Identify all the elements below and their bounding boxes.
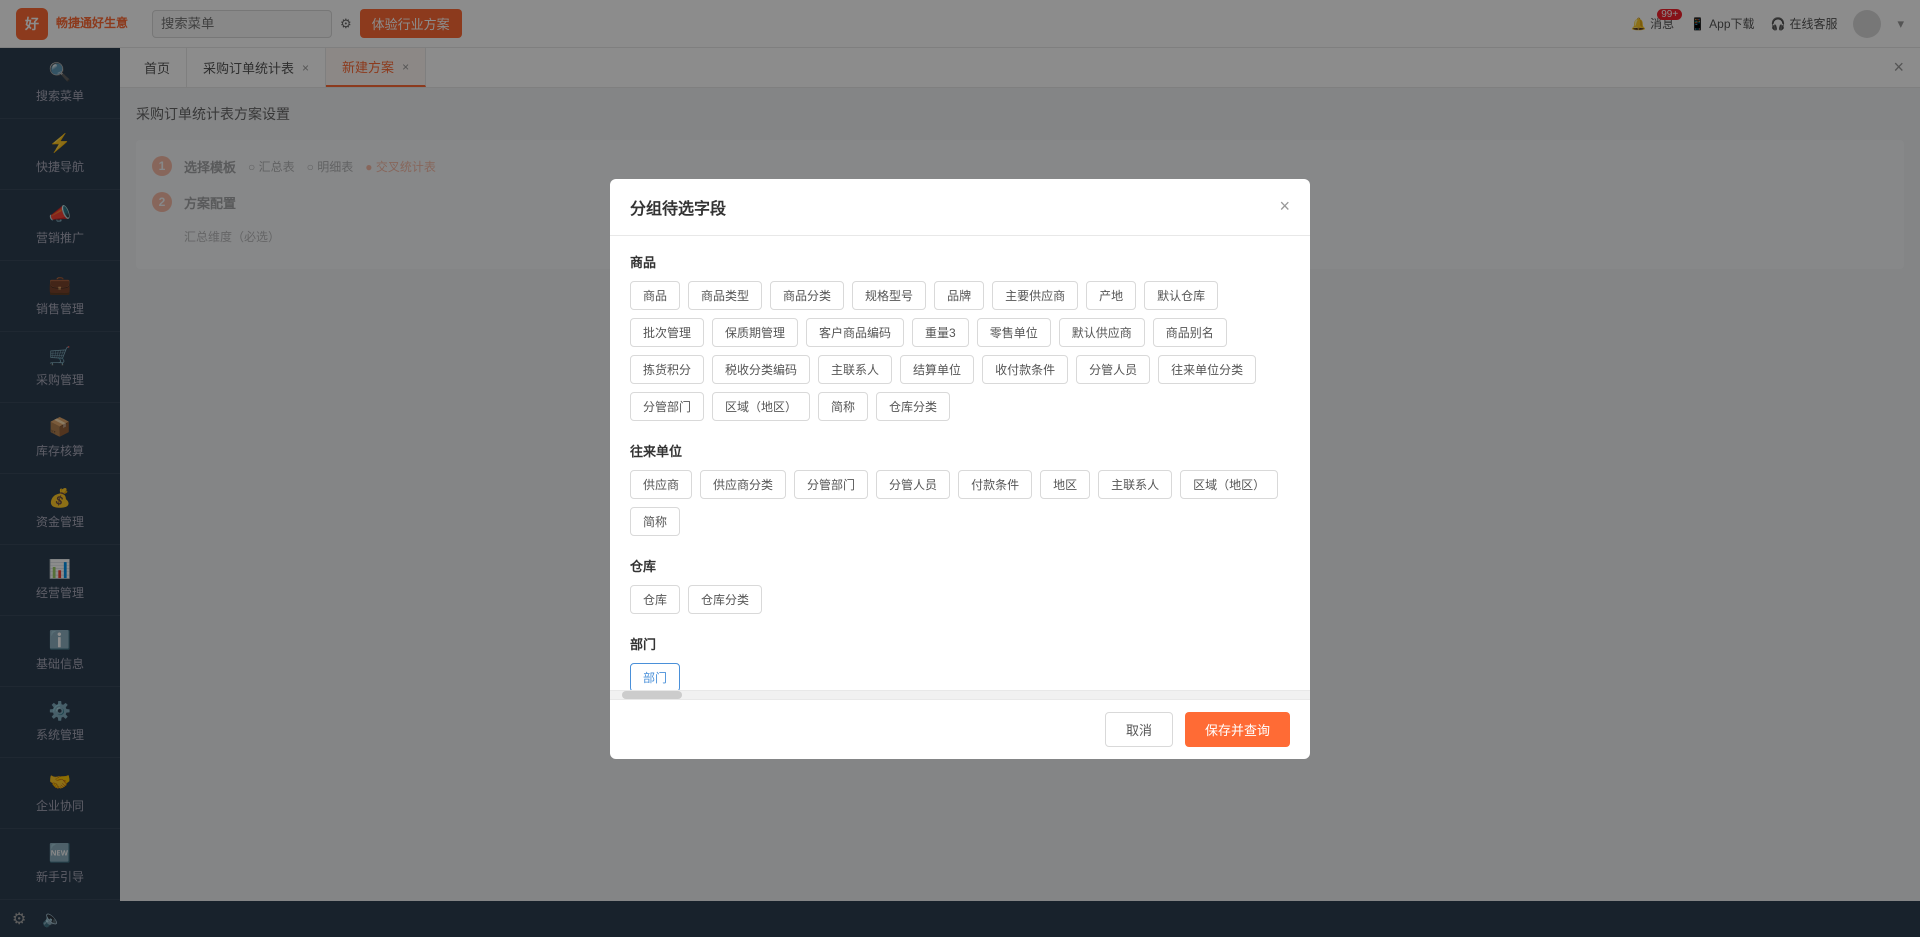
tag-supplier-category[interactable]: 供应商分类	[700, 470, 786, 499]
tag-payment-terms[interactable]: 收付款条件	[982, 355, 1068, 384]
section-partner: 往来单位 供应商 供应商分类 分管部门 分管人员 付款条件 地区 主联系人 区域…	[630, 441, 1290, 536]
hscroll-thumb[interactable]	[622, 691, 682, 699]
tag-warehouse-cat[interactable]: 仓库分类	[688, 585, 762, 614]
tag-short-name[interactable]: 简称	[818, 392, 868, 421]
tag-origin[interactable]: 产地	[1086, 281, 1136, 310]
tag-partner-short-name[interactable]: 简称	[630, 507, 680, 536]
section-goods: 商品 商品 商品类型 商品分类 规格型号 品牌 主要供应商 产地 默认仓库 批次…	[630, 252, 1290, 421]
tag-goods[interactable]: 商品	[630, 281, 680, 310]
tag-pick-points[interactable]: 拣货积分	[630, 355, 704, 384]
section-warehouse: 仓库 仓库 仓库分类	[630, 556, 1290, 614]
tag-customer-sku[interactable]: 客户商品编码	[806, 318, 904, 347]
tag-main-supplier[interactable]: 主要供应商	[992, 281, 1078, 310]
dialog-cancel-button[interactable]: 取消	[1105, 712, 1173, 747]
tag-warehouse[interactable]: 仓库	[630, 585, 680, 614]
tag-main-contact[interactable]: 主联系人	[818, 355, 892, 384]
tag-goods-type[interactable]: 商品类型	[688, 281, 762, 310]
section-department: 部门 部门	[630, 634, 1290, 690]
tag-area[interactable]: 地区	[1040, 470, 1090, 499]
section-dept-title: 部门	[630, 634, 1290, 653]
dialog: 分组待选字段 × 商品 商品 商品类型 商品分类 规格型号 品牌 主要供应商 产…	[610, 179, 1310, 759]
tag-charge-mgr[interactable]: 分管人员	[1076, 355, 1150, 384]
section-goods-title: 商品	[630, 252, 1290, 271]
tag-partner-category[interactable]: 往来单位分类	[1158, 355, 1256, 384]
dialog-confirm-button[interactable]: 保存并查询	[1185, 712, 1290, 747]
tag-tax-code[interactable]: 税收分类编码	[712, 355, 810, 384]
warehouse-tags: 仓库 仓库分类	[630, 585, 1290, 614]
tag-batch-mgmt[interactable]: 批次管理	[630, 318, 704, 347]
dialog-header: 分组待选字段 ×	[610, 179, 1310, 236]
section-warehouse-title: 仓库	[630, 556, 1290, 575]
section-partner-title: 往来单位	[630, 441, 1290, 460]
tag-shelf-life[interactable]: 保质期管理	[712, 318, 798, 347]
dialog-footer: 取消 保存并查询	[610, 699, 1310, 759]
dept-tags: 部门	[630, 663, 1290, 690]
tag-payment-condition[interactable]: 付款条件	[958, 470, 1032, 499]
tag-partner-main-contact[interactable]: 主联系人	[1098, 470, 1172, 499]
dialog-close-button[interactable]: ×	[1279, 196, 1290, 217]
tag-supplier[interactable]: 供应商	[630, 470, 692, 499]
dialog-body[interactable]: 商品 商品 商品类型 商品分类 规格型号 品牌 主要供应商 产地 默认仓库 批次…	[610, 236, 1310, 690]
partner-tags: 供应商 供应商分类 分管部门 分管人员 付款条件 地区 主联系人 区域（地区） …	[630, 470, 1290, 536]
tag-partner-dept[interactable]: 分管部门	[794, 470, 868, 499]
tag-default-supplier[interactable]: 默认供应商	[1059, 318, 1145, 347]
modal-overlay: 分组待选字段 × 商品 商品 商品类型 商品分类 规格型号 品牌 主要供应商 产…	[0, 0, 1920, 937]
tag-spec-model[interactable]: 规格型号	[852, 281, 926, 310]
tag-goods-alias[interactable]: 商品别名	[1153, 318, 1227, 347]
tag-partner-mgr[interactable]: 分管人员	[876, 470, 950, 499]
tag-region[interactable]: 区域（地区）	[712, 392, 810, 421]
tag-settle-unit[interactable]: 结算单位	[900, 355, 974, 384]
tag-default-warehouse[interactable]: 默认仓库	[1144, 281, 1218, 310]
tag-weight3[interactable]: 重量3	[912, 318, 969, 347]
tag-goods-category[interactable]: 商品分类	[770, 281, 844, 310]
dialog-hscrollbar[interactable]	[610, 690, 1310, 699]
goods-tags: 商品 商品类型 商品分类 规格型号 品牌 主要供应商 产地 默认仓库 批次管理 …	[630, 281, 1290, 421]
tag-retail-unit[interactable]: 零售单位	[977, 318, 1051, 347]
dialog-title: 分组待选字段	[630, 195, 726, 219]
tag-partner-region[interactable]: 区域（地区）	[1180, 470, 1278, 499]
tag-brand[interactable]: 品牌	[934, 281, 984, 310]
tag-warehouse-category[interactable]: 仓库分类	[876, 392, 950, 421]
tag-dept[interactable]: 部门	[630, 663, 680, 690]
tag-charge-dept[interactable]: 分管部门	[630, 392, 704, 421]
